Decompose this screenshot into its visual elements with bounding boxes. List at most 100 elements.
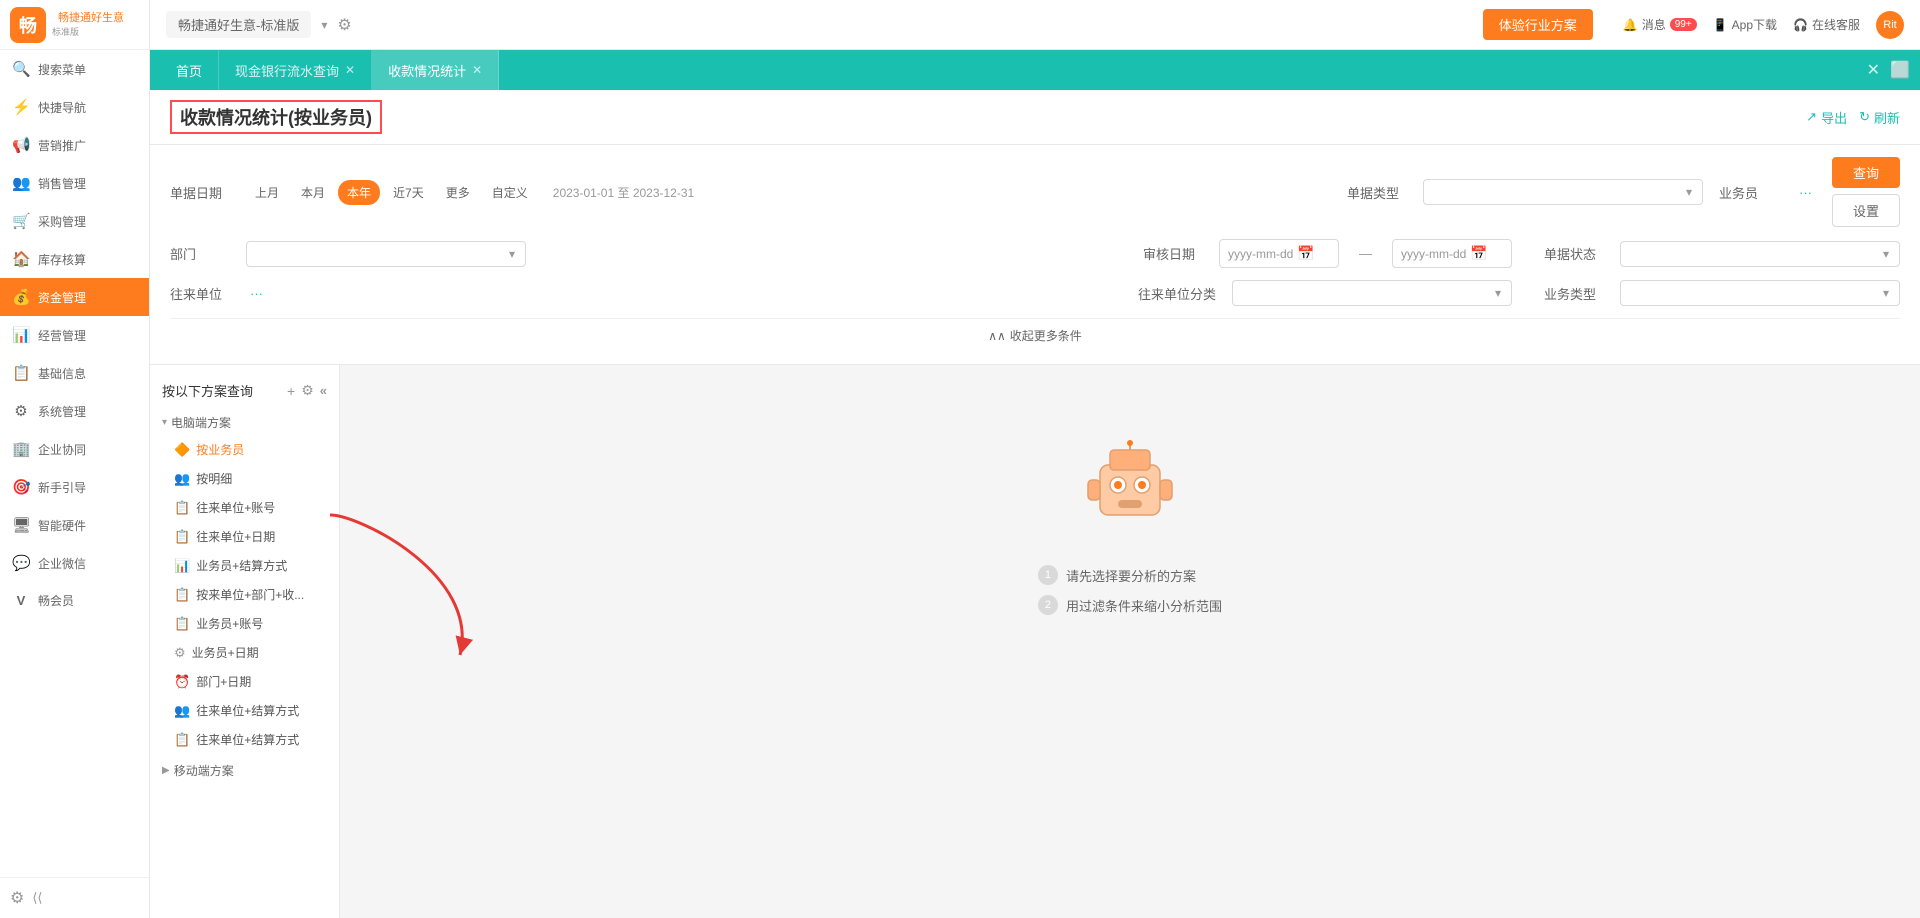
scheme-item-cp-settlement1[interactable]: 👥 往来单位+结算方式 [150,696,339,725]
counterparty-type-select[interactable]: ▾ [1232,280,1512,306]
scheme-item-icon-cp-settlement2: 📋 [174,732,190,748]
sidebar-item-guide[interactable]: 🎯 新手引导 [0,468,149,506]
review-date-from-picker[interactable]: yyyy-mm-dd 📅 [1219,239,1339,268]
scheme-add-icon[interactable]: + [287,383,295,399]
export-icon: ↗ [1806,109,1817,125]
basic-info-icon: 📋 [12,364,30,382]
doc-type-select[interactable]: ▾ [1423,179,1703,205]
app-logo: 畅 畅捷通好生意 标准版 [0,0,149,50]
date-pill-more[interactable]: 更多 [437,180,479,205]
tab-home[interactable]: 首页 [160,50,219,90]
review-date-from-calendar-icon: 📅 [1297,245,1314,262]
doc-status-select[interactable]: ▾ [1620,241,1900,267]
sidebar-item-sales[interactable]: 👥 销售管理 [0,164,149,202]
biz-type-select[interactable]: ▾ [1620,280,1900,306]
scheme-item-salesperson-settlement[interactable]: 📊 业务员+结算方式 [150,551,339,580]
sidebar-label-finance: 资金管理 [38,289,86,306]
refresh-button[interactable]: ↻ 刷新 [1859,108,1900,127]
doc-type-label: 单据类型 [1347,183,1407,202]
scheme-item-cp-settlement2[interactable]: 📋 往来单位+结算方式 [150,725,339,754]
sidebar-item-marketing[interactable]: 📢 营销推广 [0,126,149,164]
salesperson-more-icon[interactable]: ··· [1799,185,1812,200]
scheme-item-counterparty-date[interactable]: 📋 往来单位+日期 [150,522,339,551]
scheme-item-icon-salesperson: 🔶 [174,442,190,458]
scheme-item-icon-sp-date: ⚙ [174,645,186,661]
scheme-item-dept-date[interactable]: ⏰ 部门+日期 [150,667,339,696]
purchase-icon: 🛒 [12,212,30,230]
sidebar-item-basic-info[interactable]: 📋 基础信息 [0,354,149,392]
member-icon: V [12,593,30,608]
sidebar-label-sales: 销售管理 [38,175,86,192]
settings-button[interactable]: 设置 [1832,194,1900,227]
sidebar-item-operations[interactable]: 📊 经营管理 [0,316,149,354]
scheme-item-icon-sp-account: 📋 [174,616,190,632]
filter-row-1: 单据日期 上月 本月 本年 近7天 更多 自定义 2023-01-01 至 20… [170,157,1900,227]
scheme-collapse-icon[interactable]: « [320,383,327,398]
collapse-sidebar-icon[interactable]: ⟨⟨ [32,890,42,906]
sidebar-item-wechat[interactable]: 💬 企业微信 [0,544,149,582]
scheme-item-icon-sp-settlement: 📊 [174,558,190,574]
scheme-item-salesperson-date[interactable]: ⚙ 业务员+日期 [150,638,339,667]
sidebar-label-guide: 新手引导 [38,479,86,496]
scheme-settings-icon[interactable]: ⚙ [301,382,314,399]
dept-arrow: ▾ [509,247,515,261]
window-close-icon[interactable]: ✕ [1867,60,1880,80]
sidebar-item-finance[interactable]: 💰 资金管理 [0,278,149,316]
topbar-gear-icon[interactable]: ⚙ [337,15,351,35]
query-area: 1 请先选择要分析的方案 2 用过滤条件来缩小分析范围 [340,365,1920,918]
counterparty-more-icon[interactable]: ··· [250,286,263,301]
scheme-item-by-salesperson[interactable]: 🔶 按业务员 [150,435,339,464]
wechat-icon: 💬 [12,554,30,572]
window-maximize-icon[interactable]: ⬜ [1890,60,1910,80]
doc-type-arrow: ▾ [1686,185,1692,199]
tab-collection-stats-close[interactable]: ✕ [472,63,482,77]
tab-collection-stats-label: 收款情况统计 [388,61,466,80]
sidebar-label-purchase: 采购管理 [38,213,86,230]
guide-icon: 🎯 [12,478,30,496]
scheme-group-header-mobile[interactable]: ▶ 移动端方案 [150,758,339,783]
sidebar-item-search-menu[interactable]: 🔍 搜索菜单 [0,50,149,88]
hint-text-1: 请先选择要分析的方案 [1066,566,1196,585]
app-download-group[interactable]: 📱 App下载 [1713,16,1777,33]
page-title: 收款情况统计(按业务员) [170,100,382,134]
scheme-item-salesperson-account[interactable]: 📋 业务员+账号 [150,609,339,638]
date-pill-this-year[interactable]: 本年 [338,180,380,205]
scheme-item-cp-dept[interactable]: 📋 按来单位+部门+收... [150,580,339,609]
tab-bank-flow-close[interactable]: ✕ [345,63,355,77]
hint-text-2: 用过滤条件来缩小分析范围 [1066,596,1222,615]
user-avatar[interactable]: Rit [1876,11,1904,39]
scheme-item-counterparty-account[interactable]: 📋 往来单位+账号 [150,493,339,522]
sidebar-item-system[interactable]: ⚙ 系统管理 [0,392,149,430]
export-label: 导出 [1821,108,1847,127]
dept-select[interactable]: ▾ [246,241,526,267]
customer-service-group[interactable]: 🎧 在线客服 [1793,16,1860,33]
sidebar-item-purchase[interactable]: 🛒 采购管理 [0,202,149,240]
topbar-chevron-icon[interactable]: ▾ [321,18,327,32]
sidebar-label-marketing: 营销推广 [38,137,86,154]
date-label: 单据日期 [170,183,230,202]
scheme-item-by-detail[interactable]: 👥 按明细 [150,464,339,493]
trial-button[interactable]: 体验行业方案 [1483,9,1593,40]
sidebar-item-smart-hw[interactable]: 🖥 智能硬件 [0,506,149,544]
sidebar-item-inventory[interactable]: 🏠 库存核算 [0,240,149,278]
notification-group[interactable]: 🔔 消息 99+ [1623,16,1697,33]
date-pill-last-7days[interactable]: 近7天 [384,180,433,205]
sidebar-item-enterprise[interactable]: 🏢 企业协同 [0,430,149,468]
sidebar-item-quick-nav[interactable]: ⚡ 快捷导航 [0,88,149,126]
sidebar-item-member[interactable]: V 畅会员 [0,582,149,619]
review-date-to-picker[interactable]: yyyy-mm-dd 📅 [1392,239,1512,268]
enterprise-icon: 🏢 [12,440,30,458]
settings-bottom-icon[interactable]: ⚙ [10,888,24,908]
scheme-item-label-cp-settlement1: 往来单位+结算方式 [196,702,299,719]
scheme-group-header-desktop[interactable]: ▾ 电脑端方案 [150,410,339,435]
query-button[interactable]: 查询 [1832,157,1900,188]
tab-bank-flow[interactable]: 现金银行流水查询 ✕ [219,50,372,90]
counterparty-type-label: 往来单位分类 [1138,284,1216,303]
tab-collection-stats[interactable]: 收款情况统计 ✕ [372,50,499,90]
date-pill-this-month[interactable]: 本月 [292,180,334,205]
export-button[interactable]: ↗ 导出 [1806,108,1847,127]
collapse-bar[interactable]: ∧∧ 收起更多条件 [170,318,1900,352]
doc-status-label: 单据状态 [1544,244,1604,263]
date-pill-custom[interactable]: 自定义 [483,180,537,205]
date-pill-last-month[interactable]: 上月 [246,180,288,205]
